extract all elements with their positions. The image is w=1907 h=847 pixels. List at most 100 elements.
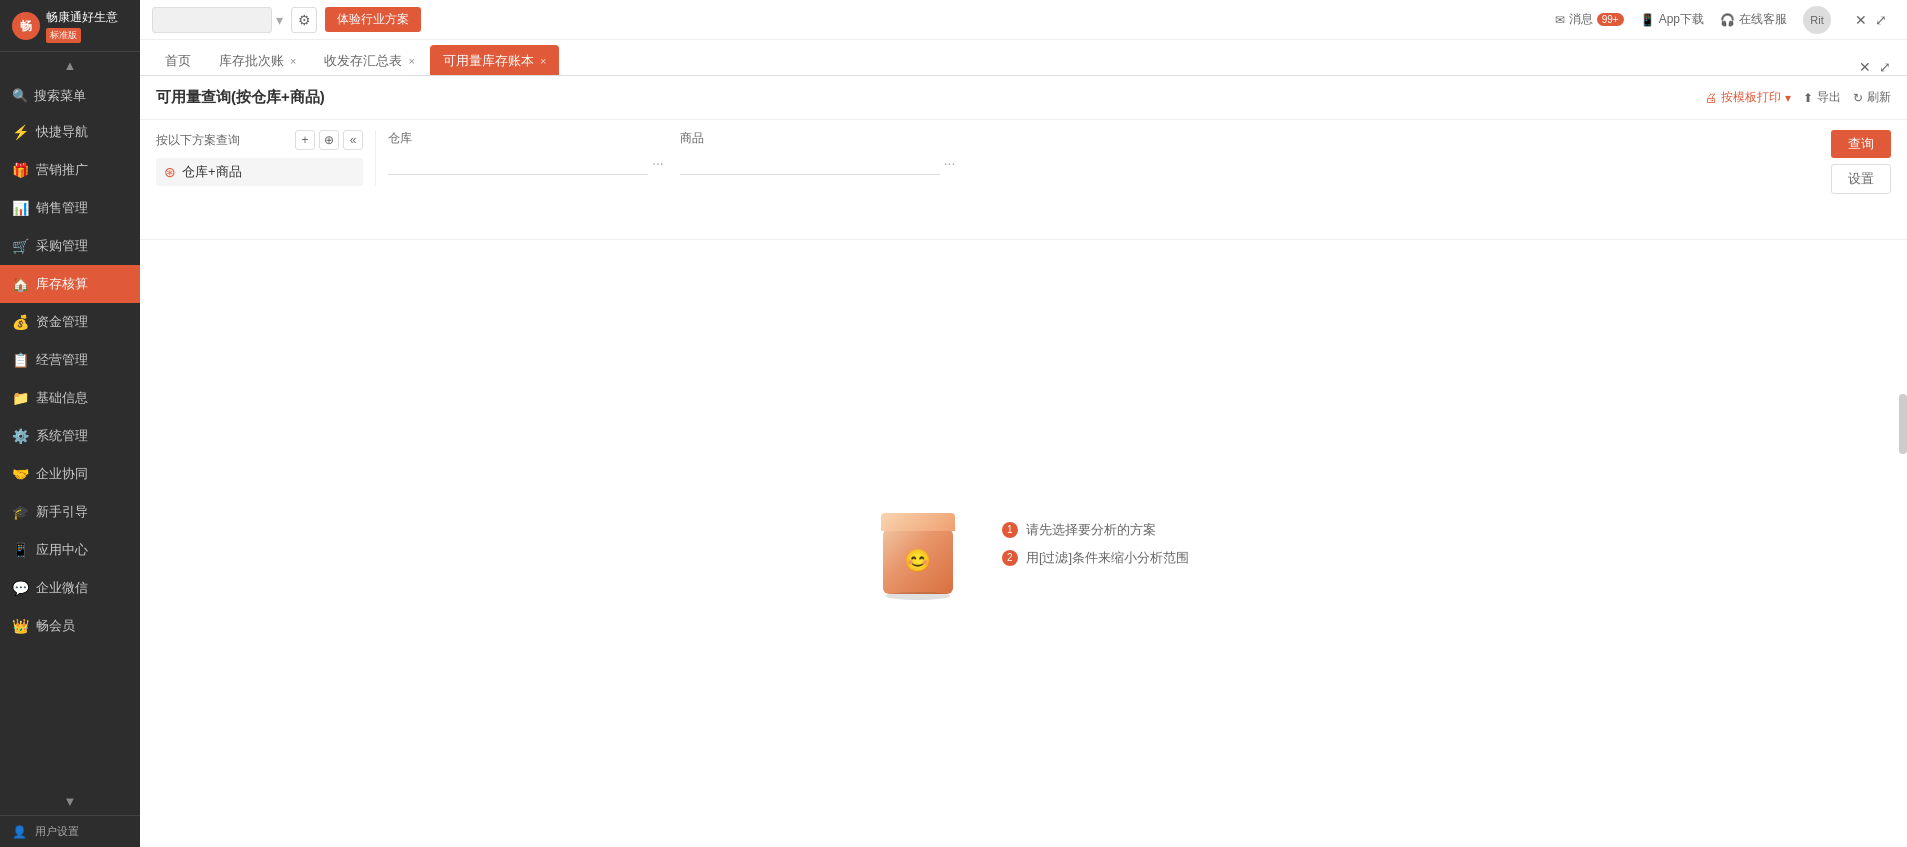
sidebar-scroll-down[interactable]: ▼ — [0, 788, 140, 815]
add-scheme-btn[interactable]: + — [295, 130, 315, 150]
main-area: ▾ ⚙ 体验行业方案 ✉ 消息 99+ 📱 App下载 🎧 在线客服 Rit ✕ — [140, 0, 1907, 847]
tab-home[interactable]: 首页 — [152, 45, 204, 75]
online-service-btn[interactable]: 🎧 在线客服 — [1720, 11, 1787, 28]
query-action-buttons: 查询 设置 — [1831, 130, 1891, 194]
header-right: ✉ 消息 99+ 📱 App下载 🎧 在线客服 Rit ✕ ⤢ — [1555, 6, 1895, 34]
sidebar-item-wechat[interactable]: 💬 企业微信 — [0, 569, 140, 607]
sidebar-scroll-up[interactable]: ▲ — [0, 52, 140, 79]
close-window-btn[interactable]: ✕ — [1855, 12, 1867, 28]
sidebar-item-sales[interactable]: 📊 销售管理 — [0, 189, 140, 227]
scroll-indicator[interactable] — [1899, 394, 1907, 454]
user-avatar[interactable]: Rit — [1803, 6, 1831, 34]
settings-btn[interactable]: 设置 — [1831, 164, 1891, 194]
tab-summary[interactable]: 收发存汇总表 × — [311, 45, 427, 75]
message-btn[interactable]: ✉ 消息 99+ — [1555, 11, 1624, 28]
sidebar-header: 畅 畅康通好生意 标准版 — [0, 0, 140, 52]
sidebar-item-marketing[interactable]: 🎁 营销推广 — [0, 151, 140, 189]
sidebar-bottom[interactable]: 👤 用户设置 — [0, 815, 140, 847]
empty-hints: 1 请先选择要分析的方案 2 用[过滤]条件来缩小分析范围 — [1002, 521, 1189, 567]
settings-scheme-btn[interactable]: ⊕ — [319, 130, 339, 150]
sidebar: 畅 畅康通好生意 标准版 ▲ 🔍 搜索菜单 ⚡ 快捷导航 🎁 营销推广 📊 销售… — [0, 0, 140, 847]
sidebar-item-inventory[interactable]: 🏠 库存核算 — [0, 265, 140, 303]
print-dropdown-icon[interactable]: ▾ — [1785, 91, 1791, 105]
close-tab-btn[interactable]: ✕ — [1859, 59, 1871, 75]
sidebar-item-purchase[interactable]: 🛒 采购管理 — [0, 227, 140, 265]
goods-input-row: ··· — [680, 151, 956, 175]
refresh-icon: ↻ — [1853, 91, 1863, 105]
hint-2-text: 用[过滤]条件来缩小分析范围 — [1026, 549, 1189, 567]
export-btn[interactable]: ⬆ 导出 — [1803, 89, 1841, 106]
scheme-item-icon: ⊛ — [164, 164, 176, 180]
tab-available-close[interactable]: × — [540, 55, 546, 67]
page-title: 可用量查询(按仓库+商品) — [156, 88, 325, 107]
finance-icon: 💰 — [12, 314, 28, 330]
tab-batch-account[interactable]: 库存批次账 × — [206, 45, 309, 75]
sidebar-item-basic[interactable]: 📁 基础信息 — [0, 379, 140, 417]
sidebar-item-label: 企业微信 — [36, 579, 88, 597]
sidebar-item-finance[interactable]: 💰 资金管理 — [0, 303, 140, 341]
warehouse-input[interactable] — [388, 151, 648, 175]
warehouse-more-btn[interactable]: ··· — [652, 155, 664, 171]
sidebar-item-quicknav[interactable]: ⚡ 快捷导航 — [0, 113, 140, 151]
box-body: 😊 — [883, 529, 953, 594]
box-shadow — [885, 592, 950, 600]
sidebar-item-newbie[interactable]: 🎓 新手引导 — [0, 493, 140, 531]
coop-icon: 🤝 — [12, 466, 28, 482]
avatar-name: Rit — [1810, 14, 1823, 26]
sidebar-item-company-coop[interactable]: 🤝 企业协同 — [0, 455, 140, 493]
sidebar-search[interactable]: 🔍 搜索菜单 — [0, 79, 140, 113]
message-badge: 99+ — [1597, 13, 1624, 26]
window-controls: ✕ ⤢ — [1847, 12, 1895, 28]
basic-icon: 📁 — [12, 390, 28, 406]
sidebar-item-label: 经营管理 — [36, 351, 88, 369]
sidebar-item-label: 采购管理 — [36, 237, 88, 255]
tab-available[interactable]: 可用量库存账本 × — [430, 45, 559, 75]
sidebar-logo: 畅 — [12, 12, 40, 40]
header-input-area: ▾ — [152, 7, 283, 33]
company-name: 畅康通好生意 — [46, 10, 118, 26]
expand-tab-btn[interactable]: ⤢ — [1879, 59, 1891, 75]
inventory-icon: 🏠 — [12, 276, 28, 292]
scheme-item-label: 仓库+商品 — [182, 163, 242, 181]
tabs-bar: 首页 库存批次账 × 收发存汇总表 × 可用量库存账本 × ✕ ⤢ — [140, 40, 1907, 76]
online-service-label: 在线客服 — [1739, 11, 1787, 28]
search-label: 搜索菜单 — [34, 87, 86, 105]
sidebar-item-label: 畅会员 — [36, 617, 75, 635]
tab-batch-close[interactable]: × — [290, 55, 296, 67]
phone-icon: 📱 — [1640, 13, 1655, 27]
sidebar-item-label: 营销推广 — [36, 161, 88, 179]
sidebar-item-label: 基础信息 — [36, 389, 88, 407]
header-dropdown-icon[interactable]: ▾ — [276, 12, 283, 28]
version-badge: 标准版 — [46, 28, 81, 43]
refresh-btn[interactable]: ↻ 刷新 — [1853, 89, 1891, 106]
empty-state: 😊 1 请先选择要分析的方案 2 用[过滤]条件来缩小分析范围 — [140, 240, 1907, 847]
query-filter-area: 仓库 ··· 商品 ··· 查询 设置 — [388, 130, 1891, 194]
quicknav-icon: ⚡ — [12, 124, 28, 140]
header-settings-btn[interactable]: ⚙ — [291, 7, 317, 33]
headset-icon: 🎧 — [1720, 13, 1735, 27]
goods-label: 商品 — [680, 130, 956, 147]
query-btn[interactable]: 查询 — [1831, 130, 1891, 158]
print-btn[interactable]: 🖨 按模板打印 ▾ — [1705, 89, 1791, 106]
goods-input[interactable] — [680, 151, 940, 175]
sidebar-item-app[interactable]: 📱 应用中心 — [0, 531, 140, 569]
sidebar-item-label: 应用中心 — [36, 541, 88, 559]
collapse-scheme-btn[interactable]: « — [343, 130, 363, 150]
goods-more-btn[interactable]: ··· — [944, 155, 956, 171]
purchase-icon: 🛒 — [12, 238, 28, 254]
sales-icon: 📊 — [12, 200, 28, 216]
export-label: 导出 — [1817, 89, 1841, 106]
sidebar-item-system[interactable]: ⚙️ 系统管理 — [0, 417, 140, 455]
export-icon: ⬆ — [1803, 91, 1813, 105]
app-download-btn[interactable]: 📱 App下载 — [1640, 11, 1704, 28]
tab-available-label: 可用量库存账本 — [443, 52, 534, 70]
sidebar-item-business[interactable]: 📋 经营管理 — [0, 341, 140, 379]
sidebar-item-member[interactable]: 👑 畅会员 — [0, 607, 140, 645]
header-search-input[interactable] — [152, 7, 272, 33]
scheme-item-warehouse-goods[interactable]: ⊛ 仓库+商品 — [156, 158, 363, 186]
system-icon: ⚙️ — [12, 428, 28, 444]
industry-solution-btn[interactable]: 体验行业方案 — [325, 7, 421, 32]
tab-summary-close[interactable]: × — [408, 55, 414, 67]
maximize-window-btn[interactable]: ⤢ — [1875, 12, 1887, 28]
wechat-icon: 💬 — [12, 580, 28, 596]
